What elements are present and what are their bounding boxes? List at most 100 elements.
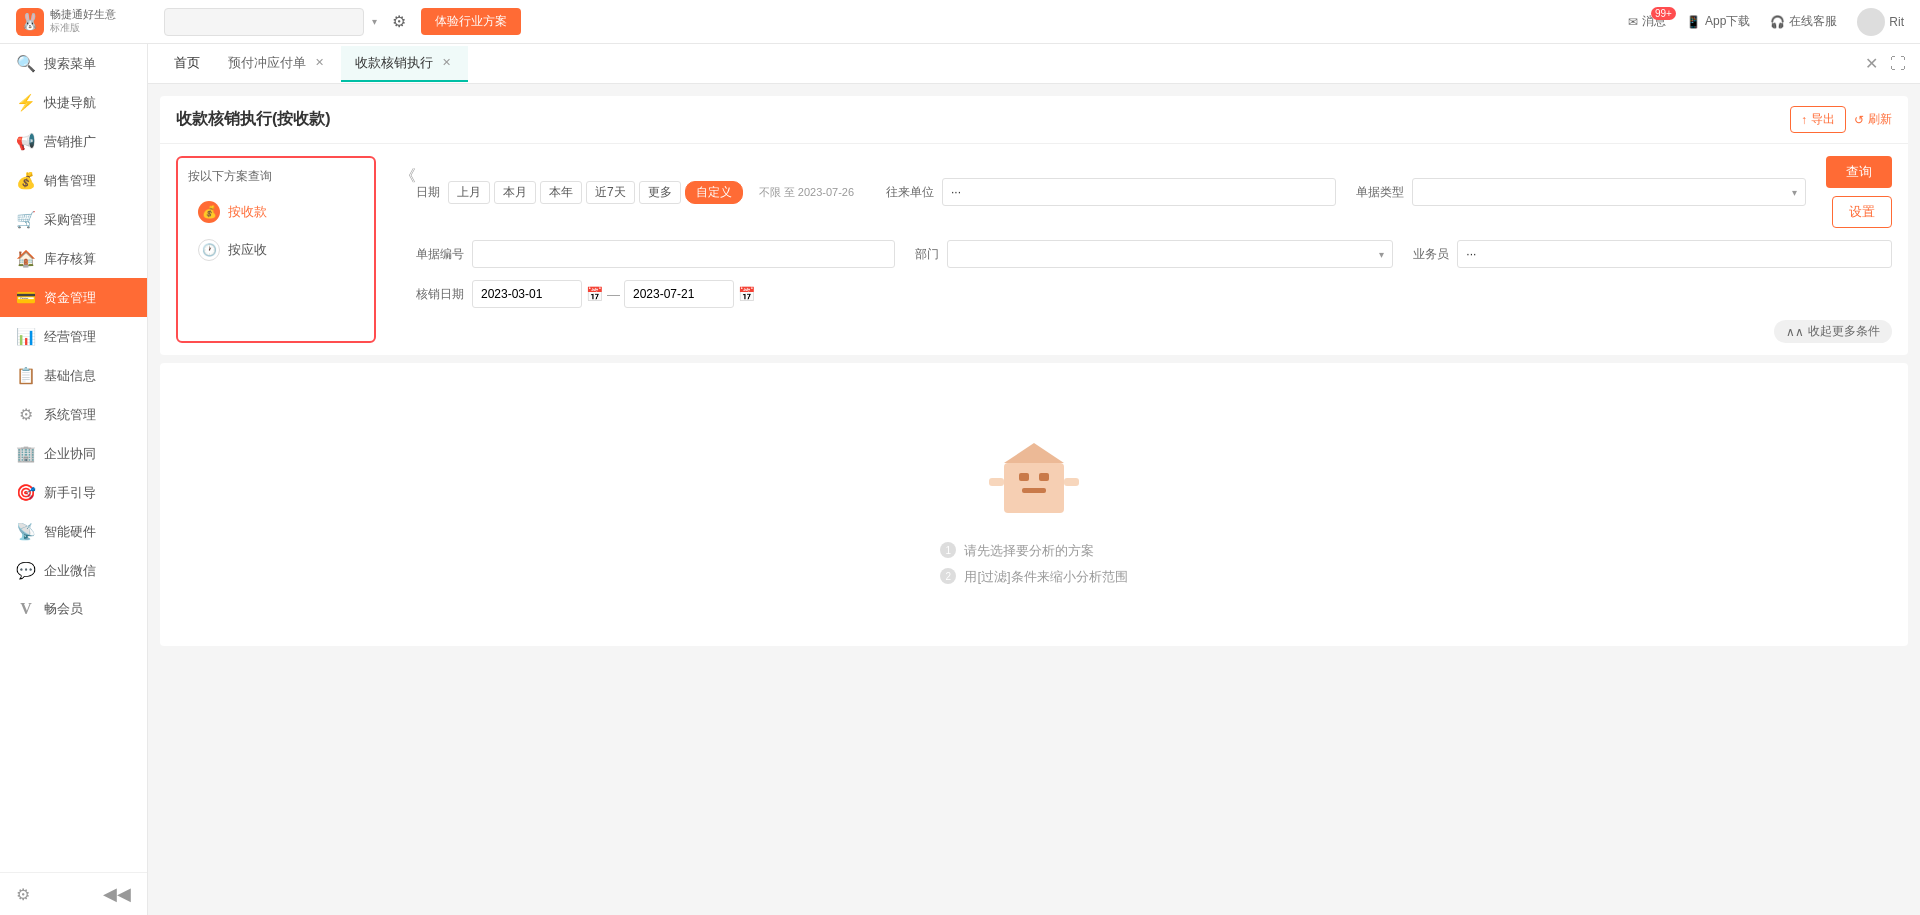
query-button[interactable]: 查询 <box>1826 156 1892 188</box>
verify-date-end-input[interactable] <box>624 280 734 308</box>
sidebar-label-member: 畅会员 <box>44 600 83 618</box>
collection-option-label: 按收款 <box>228 203 267 221</box>
tab-expand-icon[interactable]: ⛶ <box>1888 53 1908 75</box>
tab-home-label: 首页 <box>174 54 200 72</box>
sidebar-item-inventory[interactable]: 🏠 库存核算 <box>0 239 147 278</box>
search-input[interactable] <box>164 8 364 36</box>
filter-scheme-title: 按以下方案查询 <box>188 168 364 185</box>
refresh-button[interactable]: ↺ 刷新 <box>1854 111 1892 128</box>
date-btn-this-month[interactable]: 本月 <box>494 181 536 204</box>
sidebar-item-guide[interactable]: 🎯 新手引导 <box>0 473 147 512</box>
funds-icon: 💳 <box>16 288 36 307</box>
sidebar-item-quick[interactable]: ⚡ 快捷导航 <box>0 83 147 122</box>
sidebar: 🔍 搜索菜单 ⚡ 快捷导航 📢 营销推广 💰 销售管理 🛒 采购管理 🏠 库存核… <box>0 44 148 915</box>
page-content-area: 收款核销执行(按收款) ↑ 导出 ↺ 刷新 按以下方案查询 💰 <box>148 84 1920 915</box>
sidebar-item-marketing[interactable]: 📢 营销推广 <box>0 122 147 161</box>
sidebar-item-basics[interactable]: 📋 基础信息 <box>0 356 147 395</box>
logo-name: 畅捷通好生意 <box>50 8 116 21</box>
sidebar-item-system[interactable]: ⚙ 系统管理 <box>0 395 147 434</box>
inventory-icon: 🏠 <box>16 249 36 268</box>
sidebar-label-inventory: 库存核算 <box>44 250 96 268</box>
tabbar-right: ✕ ⛶ <box>1863 52 1908 75</box>
date-btn-more[interactable]: 更多 <box>639 181 681 204</box>
sidebar-item-operations[interactable]: 📊 经营管理 <box>0 317 147 356</box>
dept-field: 部门 ▾ <box>915 240 1394 268</box>
tab-collection[interactable]: 收款核销执行 ✕ <box>341 46 468 82</box>
bottom-settings-icon[interactable]: ⚙ <box>16 885 30 904</box>
date-btn-this-year[interactable]: 本年 <box>540 181 582 204</box>
sidebar-label-purchase: 采购管理 <box>44 211 96 229</box>
verify-date-start-calendar-icon[interactable]: 📅 <box>586 286 603 302</box>
sidebar-item-wechat[interactable]: 💬 企业微信 <box>0 551 147 590</box>
sidebar-item-purchase[interactable]: 🛒 采购管理 <box>0 200 147 239</box>
page-actions: ↑ 导出 ↺ 刷新 <box>1790 106 1892 133</box>
doc-no-input[interactable] <box>472 240 895 268</box>
logo-icon: 🐰 <box>16 8 44 36</box>
collapse-left-icon[interactable]: 《 <box>400 166 416 187</box>
sidebar-item-member[interactable]: V 畅会员 <box>0 590 147 628</box>
sidebar-item-search[interactable]: 🔍 搜索菜单 <box>0 44 147 83</box>
search-dropdown-icon[interactable]: ▾ <box>372 16 377 27</box>
tab-collection-close[interactable]: ✕ <box>439 55 454 70</box>
counterparty-field: 往来单位 ··· <box>886 178 1336 206</box>
sidebar-item-enterprise[interactable]: 🏢 企业协同 <box>0 434 147 473</box>
topbar-search-area: ▾ ⚙ 体验行业方案 <box>164 8 1628 36</box>
date-custom-tag[interactable]: 自定义 <box>685 181 743 204</box>
operations-icon: 📊 <box>16 327 36 346</box>
sidebar-collapse-btn[interactable]: ◀◀ <box>103 883 131 905</box>
user-avatar <box>1857 8 1885 36</box>
tab-home[interactable]: 首页 <box>160 46 214 82</box>
settings-button[interactable]: 设置 <box>1832 196 1892 228</box>
counterparty-placeholder: ··· <box>951 185 961 199</box>
doc-type-select[interactable]: ▾ <box>1412 178 1806 206</box>
message-item[interactable]: ✉ 消息 99+ <box>1628 13 1666 30</box>
filter-row-3: 核销日期 📅 — 📅 <box>416 280 1892 308</box>
dept-select[interactable]: ▾ <box>947 240 1394 268</box>
staff-field: 业务员 ··· <box>1413 240 1892 268</box>
industry-button[interactable]: 体验行业方案 <box>421 8 521 35</box>
service-label: 在线客服 <box>1789 13 1837 30</box>
empty-state: 1 请先选择要分析的方案 2 用[过滤]条件来缩小分析范围 <box>160 363 1908 646</box>
app-download-item[interactable]: 📱 App下载 <box>1686 13 1750 30</box>
doc-no-field: 单据编号 <box>416 240 895 268</box>
staff-label: 业务员 <box>1413 246 1449 263</box>
sidebar-label-wechat: 企业微信 <box>44 562 96 580</box>
date-btn-7days[interactable]: 近7天 <box>586 181 635 204</box>
export-button[interactable]: ↑ 导出 <box>1790 106 1846 133</box>
filter-option-receivable[interactable]: 🕐 按应收 <box>188 233 364 267</box>
logo: 🐰 畅捷通好生意 标准版 <box>16 8 164 36</box>
sidebar-item-funds[interactable]: 💳 资金管理 <box>0 278 147 317</box>
sidebar-item-sales[interactable]: 💰 销售管理 <box>0 161 147 200</box>
hardware-icon: 📡 <box>16 522 36 541</box>
main-content: 首页 预付冲应付单 ✕ 收款核销执行 ✕ ✕ ⛶ 收款核销执行(按收款) ↑ 导… <box>148 44 1920 915</box>
sidebar-label-search: 搜索菜单 <box>44 55 96 73</box>
sidebar-item-hardware[interactable]: 📡 智能硬件 <box>0 512 147 551</box>
staff-select[interactable]: ··· <box>1457 240 1892 268</box>
tab-close-all-icon[interactable]: ✕ <box>1863 52 1880 75</box>
doc-type-arrow-icon: ▾ <box>1792 187 1797 198</box>
tab-prepay[interactable]: 预付冲应付单 ✕ <box>214 46 341 82</box>
svg-rect-6 <box>1064 478 1079 486</box>
tab-prepay-close[interactable]: ✕ <box>312 55 327 70</box>
counterparty-select[interactable]: ··· <box>942 178 1336 206</box>
verify-date-field: 核销日期 📅 — 📅 <box>416 280 1892 308</box>
empty-tip-1-text: 请先选择要分析的方案 <box>964 542 1094 560</box>
user-item[interactable]: Rit <box>1857 8 1904 36</box>
export-icon: ↑ <box>1801 113 1807 127</box>
filter-option-collection[interactable]: 💰 按收款 <box>188 195 364 229</box>
message-badge: 99+ <box>1651 7 1676 20</box>
staff-placeholder: ··· <box>1466 247 1476 261</box>
gear-icon[interactable]: ⚙ <box>385 8 413 36</box>
verify-date-end-calendar-icon[interactable]: 📅 <box>738 286 755 302</box>
verify-date-start-input[interactable] <box>472 280 582 308</box>
member-icon: V <box>16 600 36 618</box>
verify-date-label: 核销日期 <box>416 286 464 303</box>
service-item[interactable]: 🎧 在线客服 <box>1770 13 1837 30</box>
date-btn-last-month[interactable]: 上月 <box>448 181 490 204</box>
date-buttons: 上月 本月 本年 近7天 更多 自定义 <box>448 181 743 204</box>
collapse-more-button[interactable]: ∧∧ 收起更多条件 <box>1774 320 1892 343</box>
message-icon: ✉ <box>1628 15 1638 29</box>
basics-icon: 📋 <box>16 366 36 385</box>
enterprise-icon: 🏢 <box>16 444 36 463</box>
collapse-more-label: 收起更多条件 <box>1808 323 1880 340</box>
